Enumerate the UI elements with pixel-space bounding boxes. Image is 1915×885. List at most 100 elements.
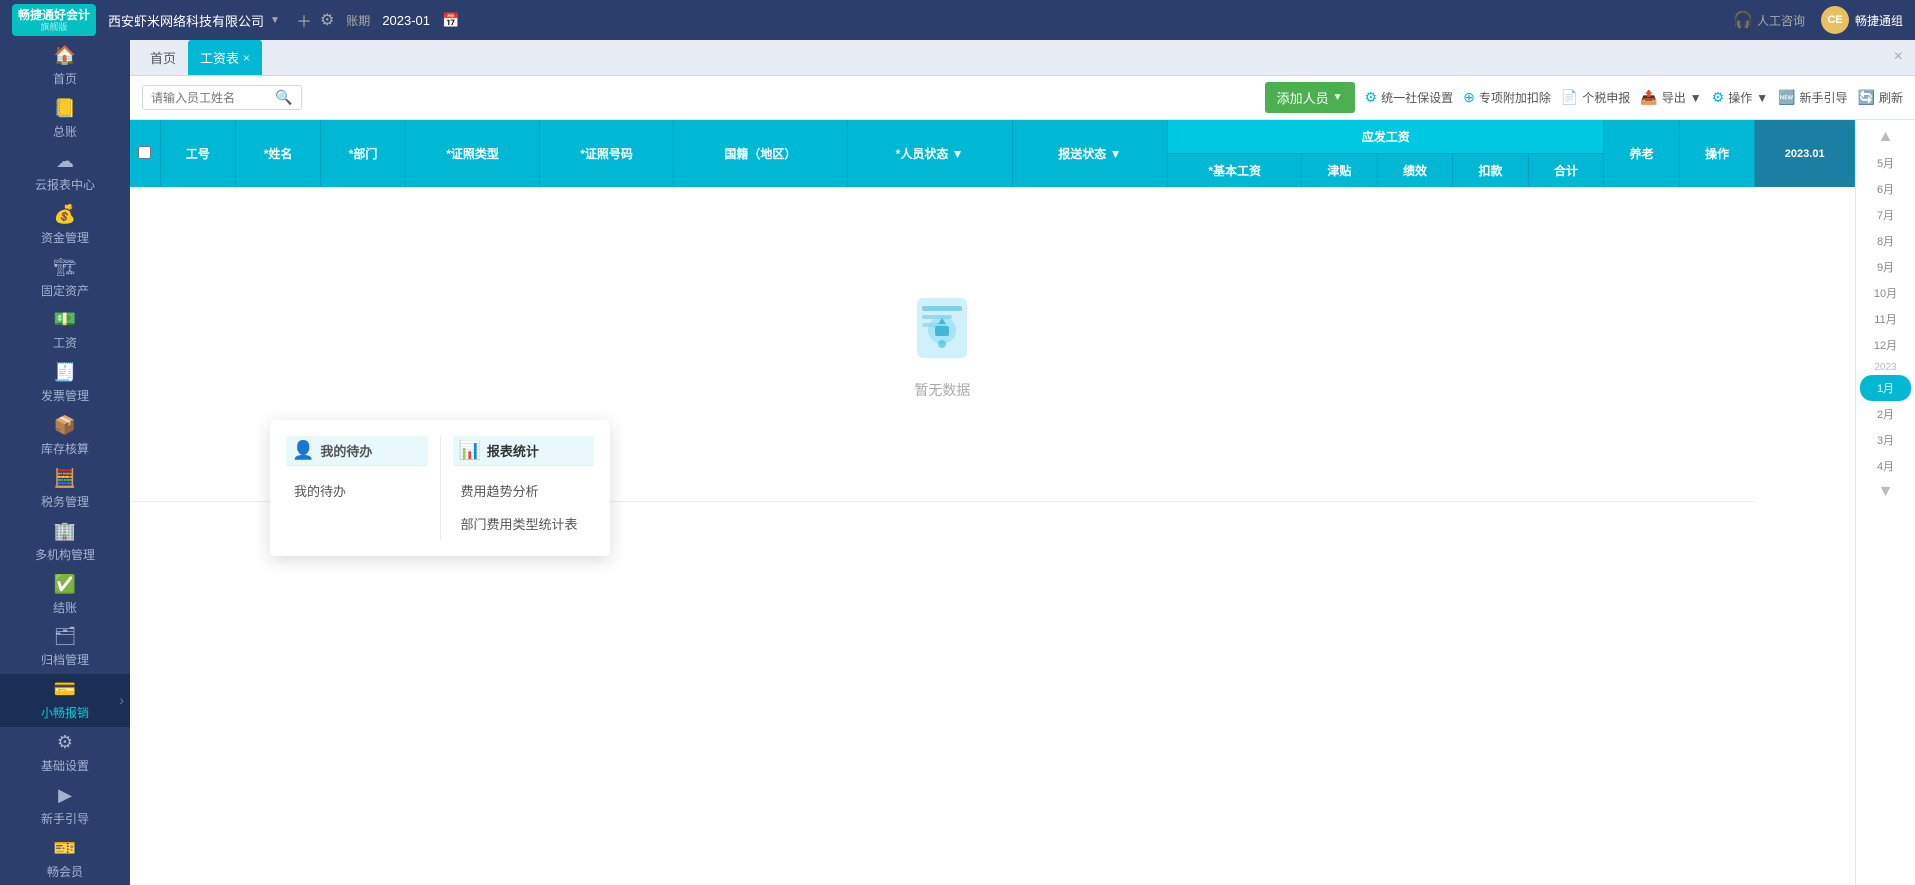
- timeline-item-10[interactable]: 10月: [1856, 280, 1915, 306]
- cloud-icon: ☁: [56, 151, 74, 172]
- timeline-item-6[interactable]: 6月: [1856, 176, 1915, 202]
- sidebar-item-home[interactable]: 🏠 首页: [0, 40, 130, 93]
- timeline-item-1[interactable]: 1月: [1860, 375, 1911, 401]
- sidebar-label-member: 畅会员: [47, 863, 83, 880]
- inventory-icon: 📦: [54, 415, 76, 436]
- search-icon[interactable]: 🔍: [275, 89, 292, 106]
- app-logo: 畅捷通好会计 旗舰版: [12, 4, 96, 36]
- refresh-label: 刷新: [1879, 89, 1903, 106]
- th-performance: 绩效: [1377, 154, 1453, 188]
- special-deduct-action[interactable]: ⊕ 专项附加扣除: [1463, 89, 1551, 106]
- settings-icon[interactable]: ⚙: [320, 10, 334, 30]
- social-insurance-action[interactable]: ⚙ 统一社保设置: [1365, 89, 1454, 106]
- sidebar-item-member[interactable]: 🎫 畅会员: [0, 832, 130, 885]
- sidebar-item-expense[interactable]: 💳 小畅报销: [0, 674, 130, 727]
- sidebar-item-salary[interactable]: 💵 工资: [0, 304, 130, 357]
- sidebar-label-fund: 资金管理: [41, 229, 89, 246]
- timeline-item-11[interactable]: 11月: [1856, 306, 1915, 332]
- fixed-assets-icon: 🏗: [54, 257, 77, 278]
- timeline-nav-down[interactable]: ▼: [1874, 479, 1898, 505]
- sidebar-label-archive: 归档管理: [41, 651, 89, 668]
- member-icon: 🎫: [54, 838, 76, 859]
- main-layout: 🏠 首页 📒 总账 ☁ 云报表中心 💰 资金管理 🏗 固定资产 💵 工资 🧾 发…: [0, 40, 1915, 885]
- sidebar-item-archive[interactable]: 🗂 归档管理: [0, 621, 130, 674]
- sidebar-item-ledger[interactable]: 📒 总账: [0, 93, 130, 146]
- sidebar-item-settlement[interactable]: ✅ 结账: [0, 568, 130, 621]
- close-tab-icon[interactable]: ×: [243, 51, 250, 65]
- timeline-item-5[interactable]: 5月: [1856, 150, 1915, 176]
- search-input[interactable]: [151, 91, 271, 105]
- sidebar-label-fixed-assets: 固定资产: [41, 282, 89, 299]
- timeline-item-12[interactable]: 12月: [1856, 332, 1915, 358]
- popup-todo-item[interactable]: 我的待办: [286, 474, 428, 507]
- sidebar-item-guide[interactable]: ▶ 新手引导: [0, 779, 130, 832]
- operation-action[interactable]: ⚙ 操作 ▼: [1712, 89, 1768, 106]
- social-insurance-icon: ⚙: [1365, 89, 1378, 106]
- sidebar-item-cloud-report[interactable]: ☁ 云报表中心: [0, 146, 130, 199]
- export-action[interactable]: 📤 导出 ▼: [1640, 89, 1701, 106]
- popup-dept-cost-item[interactable]: 部门费用类型统计表: [453, 507, 595, 540]
- th-id-type: *证照类型: [406, 120, 540, 187]
- empty-illustration: [902, 288, 982, 368]
- guide-icon: ▶: [58, 785, 72, 806]
- th-check[interactable]: [130, 120, 160, 187]
- fund-icon: 💰: [54, 204, 76, 225]
- timeline-item-9[interactable]: 9月: [1856, 254, 1915, 280]
- timeline-panel: ▲ 5月 6月 7月 8月 9月 10月 11月 12月 2023 1月 2月 …: [1855, 120, 1915, 885]
- expense-icon: 💳: [54, 679, 76, 700]
- home-icon: 🏠: [54, 45, 76, 66]
- new-guide-label: 新手引导: [1800, 89, 1848, 106]
- sidebar-label-ledger: 总账: [53, 123, 77, 140]
- user-info[interactable]: CE 畅捷通组: [1821, 6, 1903, 34]
- empty-label: 暂无数据: [914, 380, 970, 400]
- sidebar-item-fixed-assets[interactable]: 🏗 固定资产: [0, 251, 130, 304]
- report-header-icon: 📊: [459, 440, 481, 461]
- tab-salary[interactable]: 工资表 ×: [188, 40, 262, 75]
- th-name: *姓名: [236, 120, 321, 187]
- refresh-action[interactable]: 🔄 刷新: [1858, 89, 1903, 106]
- add-person-button[interactable]: 添加人员 ▼: [1265, 82, 1355, 113]
- sidebar-item-fund[interactable]: 💰 资金管理: [0, 198, 130, 251]
- company-selector[interactable]: 西安虾米网络科技有限公司 ▼: [108, 11, 280, 30]
- basic-icon: ⚙: [57, 732, 73, 753]
- select-all-checkbox[interactable]: [138, 146, 151, 159]
- timeline-item-8[interactable]: 8月: [1856, 228, 1915, 254]
- sidebar-label-salary: 工资: [53, 334, 77, 351]
- new-guide-action[interactable]: 🆕 新手引导: [1778, 89, 1847, 106]
- add-icon[interactable]: ＋: [296, 8, 312, 32]
- th-base-salary: *基本工资: [1168, 154, 1302, 188]
- invoice-icon: 🧾: [54, 362, 76, 383]
- tax-declare-action[interactable]: 📄 个税申报: [1561, 89, 1630, 106]
- timeline-item-7[interactable]: 7月: [1856, 202, 1915, 228]
- top-bar-right: 🎧 人工咨询 CE 畅捷通组: [1733, 6, 1903, 34]
- timeline-item-4[interactable]: 4月: [1856, 453, 1915, 479]
- sidebar-item-basic[interactable]: ⚙ 基础设置: [0, 727, 130, 780]
- operation-label: 操作: [1728, 89, 1752, 106]
- th-send-status[interactable]: 报送状态 ▼: [1012, 120, 1168, 187]
- period-value: 2023-01: [382, 13, 430, 28]
- sidebar-label-expense: 小畅报销: [41, 704, 89, 721]
- new-guide-icon: 🆕: [1778, 89, 1795, 106]
- archive-icon: 🗂: [54, 626, 77, 647]
- add-person-arrow-icon: ▼: [1333, 92, 1343, 103]
- sidebar-item-multi-org[interactable]: 🏢 多机构管理: [0, 515, 130, 568]
- service-button[interactable]: 🎧 人工咨询: [1733, 10, 1805, 30]
- timeline-nav-up[interactable]: ▲: [1874, 124, 1898, 150]
- calendar-icon[interactable]: 📅: [442, 12, 459, 29]
- sidebar-label-multi-org: 多机构管理: [35, 546, 95, 563]
- toolbar: 🔍 添加人员 ▼ ⚙ 统一社保设置 ⊕ 专项附加扣除 📄 个税申报: [130, 76, 1915, 120]
- company-name: 西安虾米网络科技有限公司: [108, 11, 264, 30]
- avatar: CE: [1821, 6, 1849, 34]
- sidebar-item-tax[interactable]: 🧮 税务管理: [0, 463, 130, 516]
- timeline-item-3[interactable]: 3月: [1856, 427, 1915, 453]
- window-close-button[interactable]: ×: [1882, 40, 1915, 74]
- tab-home[interactable]: 首页: [138, 40, 188, 75]
- user-name: 畅捷通组: [1855, 12, 1903, 29]
- sidebar-item-invoice[interactable]: 🧾 发票管理: [0, 357, 130, 410]
- popup-menu: 👤 我的待办 我的待办 📊 报表统计: [270, 420, 610, 556]
- sidebar-item-inventory[interactable]: 📦 库存核算: [0, 410, 130, 463]
- popup-cost-trend-item[interactable]: 费用趋势分析: [453, 474, 595, 507]
- app-title: 畅捷通好会计: [18, 8, 90, 22]
- timeline-item-2[interactable]: 2月: [1856, 401, 1915, 427]
- th-person-status[interactable]: *人员状态 ▼: [847, 120, 1012, 187]
